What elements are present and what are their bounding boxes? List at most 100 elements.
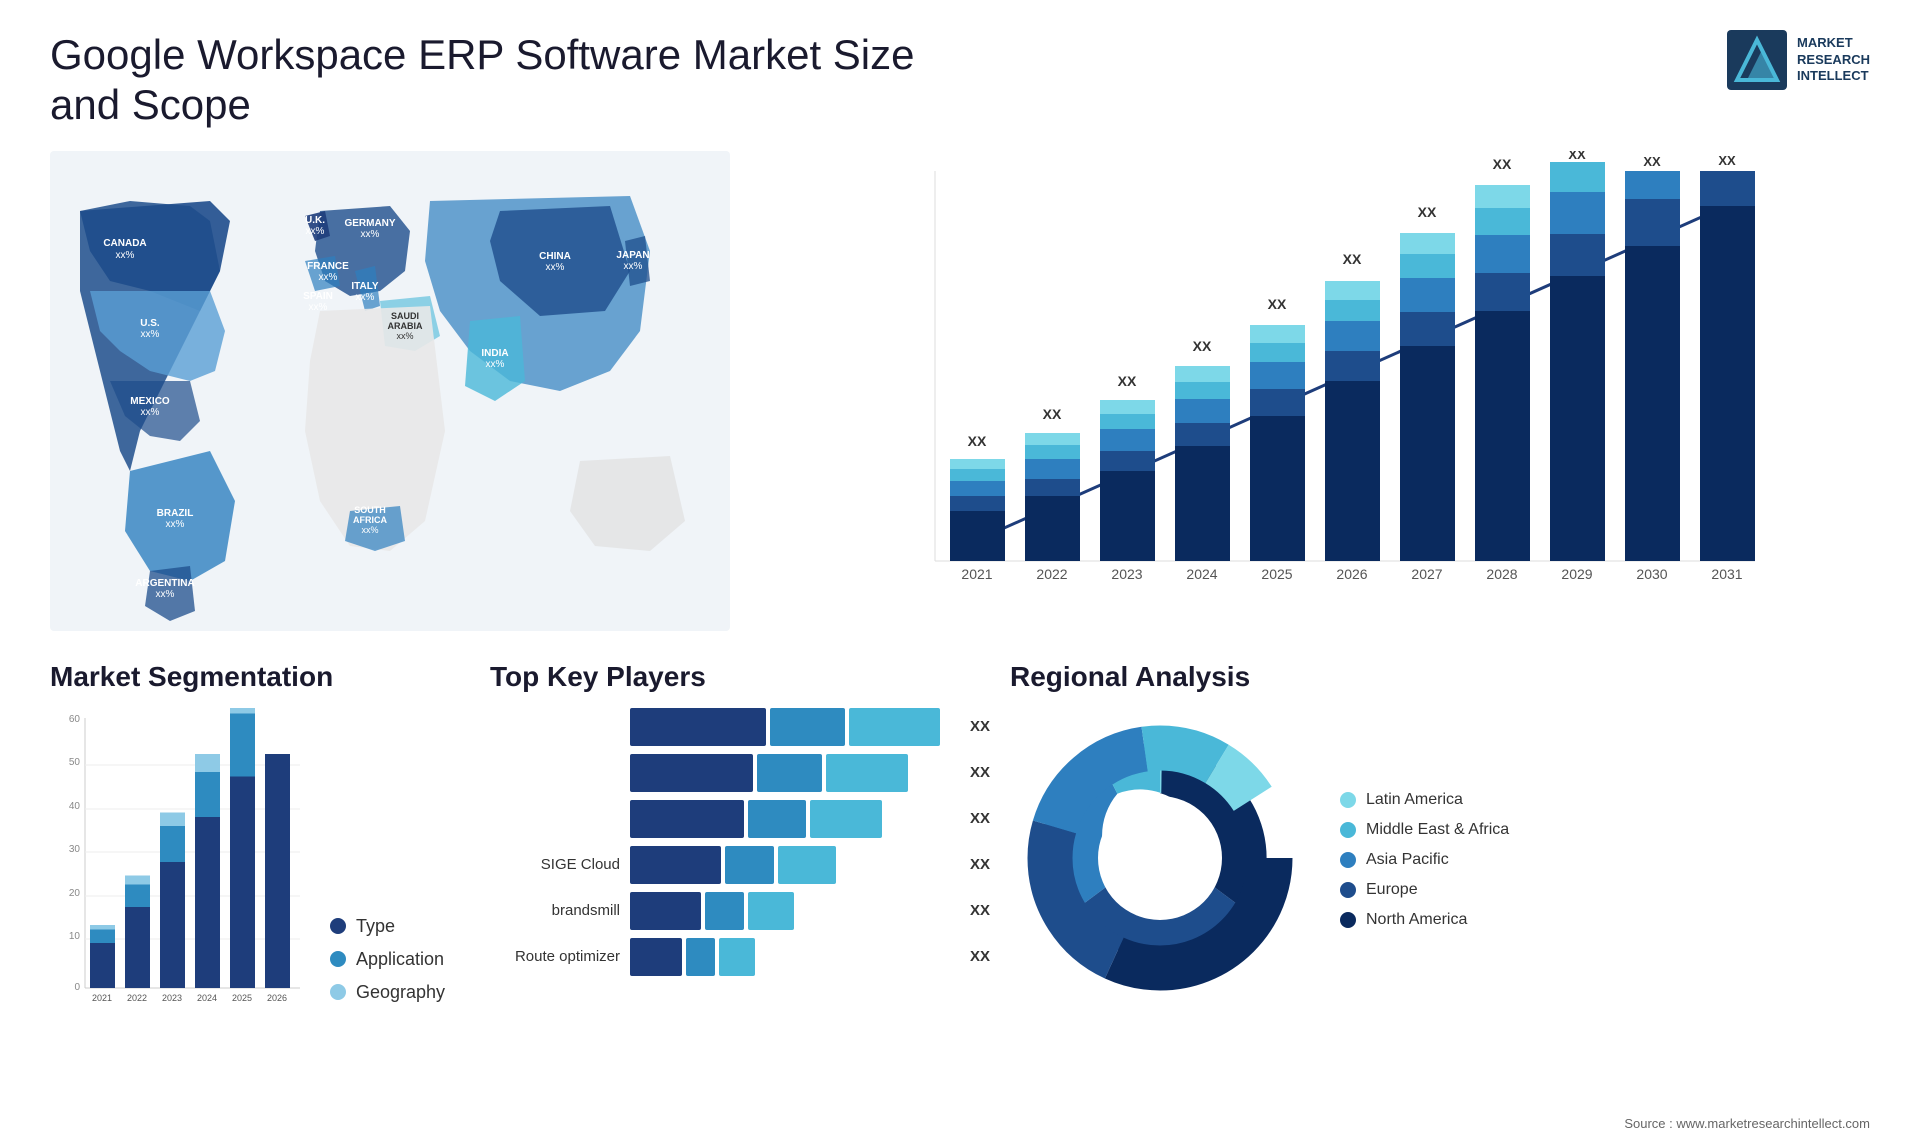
bar-chart-container: XX 2021 XX 2022 XX 2023 [760, 151, 1870, 631]
svg-text:xx%: xx% [486, 359, 505, 370]
legend-europe: Europe [1340, 881, 1509, 899]
svg-text:XX: XX [1643, 154, 1661, 169]
bar-seg-4c [778, 846, 836, 884]
svg-text:CANADA: CANADA [103, 238, 146, 249]
svg-text:XX: XX [1718, 153, 1736, 168]
player-name-5: brandsmill [490, 902, 620, 919]
page-container: Google Workspace ERP Software Market Siz… [0, 0, 1920, 1146]
bar-seg-1b [770, 708, 845, 746]
player-bar-6 [630, 938, 955, 976]
svg-text:50: 50 [69, 757, 81, 768]
players-bars: XX XX [490, 708, 990, 976]
seg-svg: 60 50 40 30 20 10 0 [50, 708, 310, 1033]
svg-text:2026: 2026 [1336, 566, 1367, 582]
legend-geography: Geography [330, 982, 445, 1003]
svg-text:2022: 2022 [1036, 566, 1067, 582]
svg-text:BRAZIL: BRAZIL [157, 508, 194, 519]
svg-text:XX: XX [968, 433, 987, 449]
svg-text:xx%: xx% [309, 302, 328, 313]
svg-text:xx%: xx% [546, 262, 565, 273]
player-row-4: SIGE Cloud XX [490, 846, 990, 884]
svg-text:30: 30 [69, 844, 81, 855]
source-text: Source : www.marketresearchintellect.com [1624, 1116, 1870, 1131]
svg-text:2028: 2028 [1486, 566, 1517, 582]
player-value-5: XX [970, 902, 990, 919]
segmentation-panel: Market Segmentation 60 50 40 30 20 10 [50, 661, 470, 1091]
svg-text:2023: 2023 [1111, 566, 1142, 582]
svg-text:XX: XX [1568, 151, 1586, 162]
svg-text:60: 60 [69, 714, 81, 725]
geo-dot [330, 984, 346, 1000]
key-players-title: Top Key Players [490, 661, 990, 693]
svg-text:INDIA: INDIA [481, 348, 508, 359]
svg-text:xx%: xx% [141, 329, 160, 340]
legend-application: Application [330, 949, 445, 970]
player-value-3: XX [970, 810, 990, 827]
player-bar-3 [630, 800, 955, 838]
bar-seg-2b [757, 754, 822, 792]
donut-chart [1010, 708, 1310, 1013]
seg-chart-wrapper: 60 50 40 30 20 10 0 [50, 708, 470, 1033]
svg-text:2026: 2026 [267, 993, 287, 1003]
player-row-3: XX [490, 800, 990, 838]
svg-text:XX: XX [1418, 204, 1437, 220]
svg-text:20: 20 [69, 888, 81, 899]
player-bar-2 [630, 754, 955, 792]
svg-text:XX: XX [1043, 406, 1062, 422]
mea-dot [1340, 822, 1356, 838]
legend-latin-america: Latin America [1340, 791, 1509, 809]
player-name-4: SIGE Cloud [490, 856, 620, 873]
svg-text:2025: 2025 [232, 993, 252, 1003]
svg-text:xx%: xx% [141, 407, 160, 418]
bar-seg-6b [686, 938, 715, 976]
bar-seg-6a [630, 938, 682, 976]
svg-text:xx%: xx% [361, 229, 380, 240]
logo-text: MARKET RESEARCH INTELLECT [1797, 35, 1870, 86]
svg-text:xx%: xx% [116, 250, 135, 261]
map-container: CANADA xx% U.S. xx% MEXICO xx% BRAZIL xx… [50, 151, 730, 631]
svg-text:2021: 2021 [961, 566, 992, 582]
latin-america-dot [1340, 792, 1356, 808]
svg-text:xx%: xx% [156, 589, 175, 600]
svg-text:JAPAN: JAPAN [616, 250, 649, 261]
svg-text:SAUDI: SAUDI [391, 311, 419, 321]
svg-text:SPAIN: SPAIN [303, 291, 333, 302]
svg-text:GERMANY: GERMANY [344, 218, 395, 229]
svg-text:2030: 2030 [1636, 566, 1667, 582]
svg-text:ITALY: ITALY [351, 281, 379, 292]
bar-seg-1a [630, 708, 766, 746]
svg-text:2031: 2031 [1711, 566, 1742, 582]
seg-legend: Type Application Geography [330, 916, 445, 1033]
type-dot [330, 918, 346, 934]
bar-seg-2c [826, 754, 907, 792]
player-value-4: XX [970, 856, 990, 873]
bar-seg-2a [630, 754, 753, 792]
key-players-panel: Top Key Players XX [490, 661, 990, 1091]
svg-text:U.S.: U.S. [140, 318, 160, 329]
regional-legend: Latin America Middle East & Africa Asia … [1340, 791, 1509, 929]
player-row-6: Route optimizer XX [490, 938, 990, 976]
bottom-section: Market Segmentation 60 50 40 30 20 10 [50, 661, 1870, 1091]
regional-title: Regional Analysis [1010, 661, 1870, 693]
bar-seg-4b [725, 846, 774, 884]
svg-text:XX: XX [1493, 156, 1512, 172]
europe-dot [1340, 882, 1356, 898]
svg-text:2021: 2021 [92, 993, 112, 1003]
player-bar-1 [630, 708, 955, 746]
player-row-1: XX [490, 708, 990, 746]
logo: MARKET RESEARCH INTELLECT [1727, 30, 1870, 90]
bar-seg-4a [630, 846, 721, 884]
svg-text:2022: 2022 [127, 993, 147, 1003]
svg-text:2029: 2029 [1561, 566, 1592, 582]
svg-text:2027: 2027 [1411, 566, 1442, 582]
player-value-1: XX [970, 718, 990, 735]
svg-text:xx%: xx% [306, 226, 325, 237]
svg-text:XX: XX [1118, 373, 1137, 389]
svg-text:SOUTH: SOUTH [354, 505, 386, 515]
svg-text:xx%: xx% [396, 331, 413, 341]
svg-text:XX: XX [1268, 296, 1287, 312]
svg-text:xx%: xx% [166, 519, 185, 530]
player-bar-5 [630, 892, 955, 930]
svg-text:xx%: xx% [319, 272, 338, 283]
bar-seg-5c [748, 892, 793, 930]
